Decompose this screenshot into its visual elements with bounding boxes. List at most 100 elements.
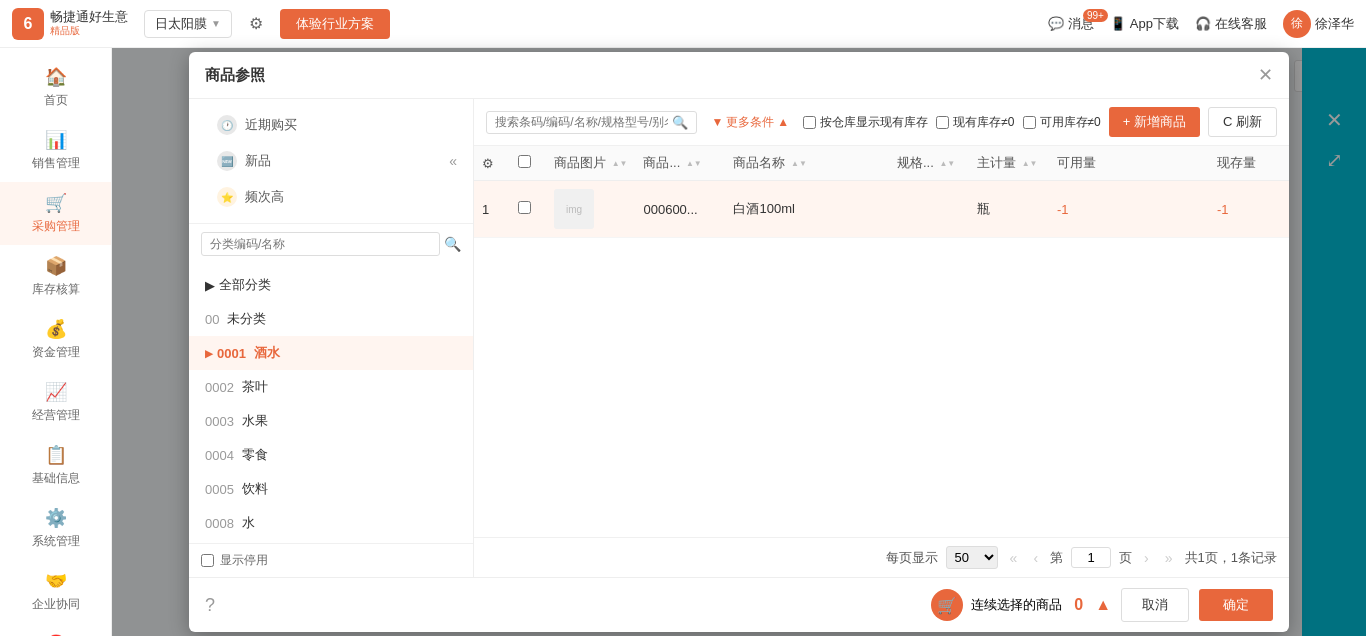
app-download-nav[interactable]: 📱 App下载 [1110, 15, 1179, 33]
product-search-input[interactable] [495, 115, 668, 129]
modal-title: 商品参照 [205, 66, 265, 85]
row-name: 白酒100ml [725, 181, 889, 238]
collapse-cart-icon[interactable]: ▲ [1095, 596, 1111, 614]
sidebar-item-home[interactable]: 🏠 首页 [0, 56, 111, 119]
product-table: ⚙ 商品图片 ▲▼ 商品... ▲▼ [474, 146, 1289, 238]
expand-icon: ▶ [205, 278, 215, 293]
prev-page-button[interactable]: ‹ [1029, 548, 1042, 568]
col-stock: 现存量 [1209, 146, 1289, 181]
sidebar-item-inventory[interactable]: 📦 库存核算 [0, 245, 111, 308]
filter-row: 🔍 ▼ 更多条件 ▲ 按仓库显示现有库存 [474, 99, 1289, 146]
quick-link-recent[interactable]: 🕐 近期购买 [201, 107, 313, 143]
top-nav: 6 畅捷通好生意 精品版 日太阳膜 ▼ ⚙ 体验行业方案 💬 消息 99+ 📱 … [0, 0, 1366, 48]
col-settings[interactable]: ⚙ [474, 146, 510, 181]
message-nav[interactable]: 💬 消息 99+ [1048, 15, 1094, 33]
page-size-select[interactable]: 50 10 20 100 [946, 546, 998, 569]
current-stock-filter[interactable]: 现有库存≠0 [936, 114, 1014, 131]
sidebar-item-label: 经营管理 [32, 407, 80, 424]
sidebar-item-system[interactable]: ⚙️ 系统管理 [0, 497, 111, 560]
modal-header: 商品参照 ✕ [189, 52, 1289, 99]
cat-fruit[interactable]: 0003 水果 [189, 404, 473, 438]
settings-icon[interactable]: ⚙ [240, 8, 272, 40]
trial-button[interactable]: 体验行业方案 [280, 9, 390, 39]
sidebar-item-sales[interactable]: 📊 销售管理 [0, 119, 111, 182]
show-disabled-checkbox[interactable] [201, 554, 214, 567]
cat-snacks[interactable]: 0004 零食 [189, 438, 473, 472]
help-icon[interactable]: ? [205, 595, 215, 616]
quick-link-label: 新品 [245, 152, 271, 170]
sidebar-item-management[interactable]: 📈 经营管理 [0, 371, 111, 434]
cat-label: 未分类 [227, 310, 266, 328]
table-row[interactable]: 1 img 000600... 白酒100ml 瓶 [474, 181, 1289, 238]
first-page-button[interactable]: « [1006, 548, 1022, 568]
category-search-icon[interactable]: 🔍 [444, 236, 461, 252]
cat-label: 酒水 [254, 344, 280, 362]
cat-drinks[interactable]: 0005 饮料 [189, 472, 473, 506]
company-name: 日太阳膜 [155, 15, 207, 33]
search-icon[interactable]: 🔍 [672, 115, 688, 130]
quick-link-new[interactable]: 🆕 新品 [201, 143, 313, 179]
online-service-nav[interactable]: 🎧 在线客服 [1195, 15, 1267, 33]
warehouse-stock-filter[interactable]: 按仓库显示现有库存 [803, 114, 928, 131]
available-stock-filter[interactable]: 可用库存≠0 [1023, 114, 1101, 131]
user-nav[interactable]: 徐 徐泽华 [1283, 10, 1354, 38]
sidebar-item-label: 系统管理 [32, 533, 80, 550]
cat-tea[interactable]: 0002 茶叶 [189, 370, 473, 404]
quick-link-frequent[interactable]: ⭐ 频次高 [201, 179, 313, 215]
sidebar-item-basic-info[interactable]: 📋 基础信息 [0, 434, 111, 497]
sidebar: 🏠 首页 📊 销售管理 🛒 采购管理 📦 库存核算 💰 资金管理 📈 经营管理 … [0, 48, 112, 636]
quick-link-label: 近期购买 [245, 116, 297, 134]
sidebar-item-purchase[interactable]: 🛒 采购管理 [0, 182, 111, 245]
cat-label: 水 [242, 514, 255, 532]
col-checkbox[interactable] [510, 146, 546, 181]
collapse-left-button[interactable]: « [445, 149, 461, 173]
last-page-button[interactable]: » [1161, 548, 1177, 568]
refresh-button[interactable]: C 刷新 [1208, 107, 1277, 137]
cart-icon[interactable]: 🛒 [931, 589, 963, 621]
row-spacer [1149, 181, 1209, 238]
cat-uncategorized[interactable]: 00 未分类 [189, 302, 473, 336]
cat-code: 0004 [205, 448, 234, 463]
more-filter-button[interactable]: ▼ 更多条件 ▲ [705, 111, 795, 134]
logo-text: 畅捷通好生意 精品版 [50, 9, 128, 39]
row-available: -1 [1049, 181, 1149, 238]
confirm-button[interactable]: 确定 [1199, 589, 1273, 621]
message-badge: 99+ [1083, 9, 1108, 22]
row-index: 1 [474, 181, 510, 238]
cat-water[interactable]: 0008 水 [189, 506, 473, 540]
cat-all[interactable]: ▶ 全部分类 [189, 268, 473, 302]
product-reference-modal: 商品参照 ✕ 🕐 近期购买 [189, 52, 1289, 632]
add-product-button[interactable]: + 新增商品 [1109, 107, 1200, 137]
sidebar-item-collab[interactable]: 🤝 企业协同 [0, 560, 111, 623]
product-table-wrap: ⚙ 商品图片 ▲▼ 商品... ▲▼ [474, 146, 1289, 537]
row-checkbox[interactable] [510, 181, 546, 238]
chevron-up-icon: ▲ [777, 115, 789, 129]
cat-liquor[interactable]: ▶ 0001 酒水 [189, 336, 473, 370]
freq-icon: ⭐ [217, 187, 237, 207]
cat-label: 全部分类 [219, 276, 271, 294]
show-disabled-row: 显示停用 [189, 543, 473, 577]
cat-label: 零食 [242, 446, 268, 464]
page-input[interactable] [1071, 547, 1111, 568]
inventory-icon: 📦 [45, 255, 67, 277]
col-spec: 规格... ▲▼ [889, 146, 969, 181]
sidebar-item-label: 采购管理 [32, 218, 80, 235]
next-page-button[interactable]: › [1140, 548, 1153, 568]
modal-close-button[interactable]: ✕ [1258, 64, 1273, 86]
category-search-input[interactable] [201, 232, 440, 256]
filter-icon: ▼ [711, 115, 723, 129]
cat-code: 0001 [217, 346, 246, 361]
sidebar-item-guide[interactable]: 🎯 新手引导 [0, 623, 111, 636]
cancel-button[interactable]: 取消 [1121, 588, 1189, 622]
pagination-row: 每页显示 50 10 20 100 « ‹ 第 页 [474, 537, 1289, 577]
modal-overlay: 商品参照 ✕ 🕐 近期购买 [112, 48, 1366, 636]
cat-code: 00 [205, 312, 219, 327]
nav-right: 💬 消息 99+ 📱 App下载 🎧 在线客服 徐 徐泽华 [1048, 10, 1354, 38]
col-scroll-space [1149, 146, 1209, 181]
product-search-bar: 🔍 [486, 111, 697, 134]
company-selector[interactable]: 日太阳膜 ▼ [144, 10, 232, 38]
sidebar-item-label: 首页 [44, 92, 68, 109]
system-icon: ⚙️ [45, 507, 67, 529]
sidebar-item-finance[interactable]: 💰 资金管理 [0, 308, 111, 371]
modal-body: 🕐 近期购买 🆕 新品 ⭐ 频次高 [189, 99, 1289, 577]
